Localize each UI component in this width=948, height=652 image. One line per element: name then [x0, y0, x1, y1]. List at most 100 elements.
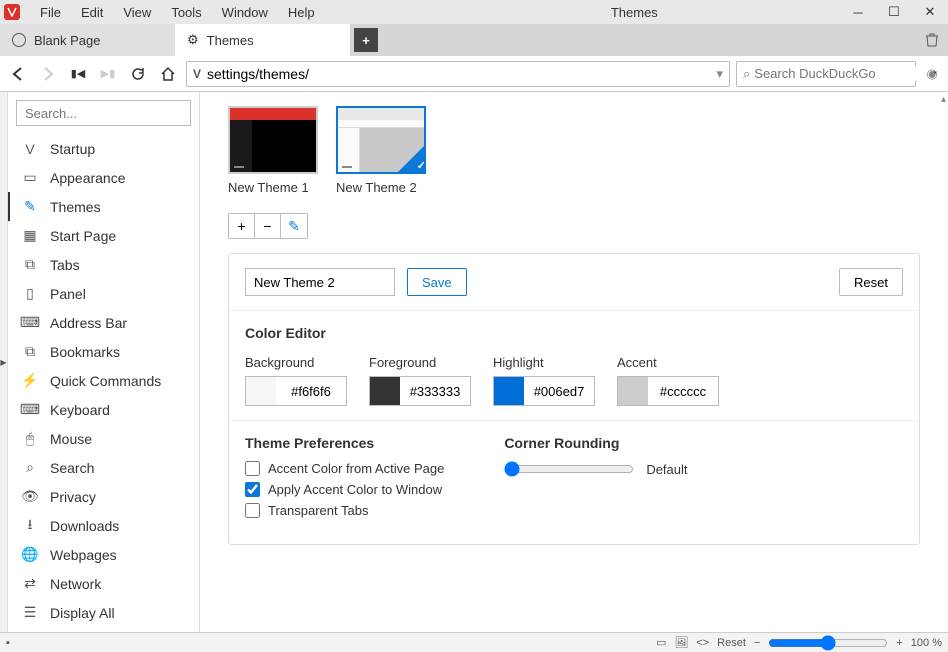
theme-name-input[interactable] [245, 268, 395, 296]
navigation-bar: ▮◀ ▶▮ V ▾ ⌕ ▾ ◉ [0, 56, 948, 92]
home-button[interactable] [156, 62, 180, 86]
color-label: Highlight [493, 355, 595, 370]
back-button[interactable] [6, 62, 30, 86]
sidebar-item-appearance[interactable]: ▭Appearance [8, 163, 199, 192]
page-actions-icon[interactable]: <> [696, 637, 709, 649]
color-swatch[interactable] [370, 377, 400, 405]
menu-file[interactable]: File [30, 3, 71, 22]
checkbox[interactable] [245, 482, 260, 497]
color-hex-input[interactable] [276, 377, 346, 405]
address-bar[interactable]: V ▾ [186, 61, 730, 87]
sidebar-item-quick-commands[interactable]: ⚡Quick Commands [8, 366, 199, 395]
color-editor-title: Color Editor [245, 325, 903, 341]
fast-forward-button[interactable]: ▶▮ [96, 62, 120, 86]
menu-window[interactable]: Window [212, 3, 278, 22]
tabs-icon: ⧉ [22, 256, 38, 273]
checkbox[interactable] [245, 503, 260, 518]
edit-theme-button[interactable]: ✎ [281, 214, 307, 238]
sidebar-item-webpages[interactable]: 🌐Webpages [8, 540, 199, 569]
close-button[interactable]: ✕ [912, 0, 948, 24]
color-hex-input[interactable] [400, 377, 470, 405]
maximize-button[interactable]: ☐ [876, 0, 912, 24]
address-dropdown-icon[interactable]: ▾ [716, 66, 723, 82]
menu-view[interactable]: View [113, 3, 161, 22]
menu-tools[interactable]: Tools [161, 3, 211, 22]
zoom-in-icon[interactable]: + [896, 637, 902, 649]
sidebar-item-label: Network [50, 576, 101, 592]
vivaldi-logo-icon[interactable] [4, 4, 20, 20]
corner-rounding-slider[interactable] [504, 461, 634, 477]
rewind-button[interactable]: ▮◀ [66, 62, 90, 86]
color-highlight: Highlight [493, 355, 595, 406]
scroll-up-icon[interactable]: ▴ [941, 94, 946, 105]
theme-editor: Save Reset Color Editor Background [228, 253, 920, 545]
theme-thumbnail-1[interactable]: New Theme 1 [228, 106, 318, 195]
pref-accent-from-page[interactable]: Accent Color from Active Page [245, 461, 444, 476]
tab-label: Blank Page [34, 33, 101, 48]
zoom-out-icon[interactable]: − [754, 637, 760, 649]
checkbox[interactable] [245, 461, 260, 476]
forward-button[interactable] [36, 62, 60, 86]
sidebar-item-privacy[interactable]: 👁Privacy [8, 482, 199, 511]
download-icon: ⭳ [22, 514, 38, 538]
tab-label: Themes [207, 33, 254, 48]
sidebar-item-downloads[interactable]: ⭳Downloads [8, 511, 199, 540]
tiling-icon[interactable]: ▭ [656, 636, 666, 649]
settings-search-input[interactable] [16, 100, 191, 126]
sidebar-item-bookmarks[interactable]: ⧉Bookmarks [8, 337, 199, 366]
color-swatch[interactable] [246, 377, 276, 405]
sidebar-item-search[interactable]: ⌕Search [8, 453, 199, 482]
pref-apply-to-window[interactable]: Apply Accent Color to Window [245, 482, 444, 497]
menu-help[interactable]: Help [278, 3, 325, 22]
theme-name: New Theme 2 [336, 180, 426, 195]
minimize-button[interactable]: ─ [840, 0, 876, 24]
search-input[interactable] [754, 66, 930, 81]
sidebar-item-label: Themes [50, 199, 101, 215]
sidebar-item-label: Mouse [50, 431, 92, 447]
pref-transparent-tabs[interactable]: Transparent Tabs [245, 503, 444, 518]
search-box[interactable]: ⌕ ▾ [736, 61, 916, 87]
zoom-value: 100 % [911, 637, 942, 649]
sidebar-item-keyboard[interactable]: ⌨Keyboard [8, 395, 199, 424]
menu-edit[interactable]: Edit [71, 3, 113, 22]
displayall-icon: ☰ [22, 604, 38, 621]
color-accent: Accent [617, 355, 719, 406]
corner-rounding-title: Corner Rounding [504, 435, 687, 451]
save-button[interactable]: Save [407, 268, 467, 296]
image-toggle-icon[interactable]: 🖼 [674, 636, 688, 649]
color-hex-input[interactable] [524, 377, 594, 405]
sidebar-item-display-all[interactable]: ☰ Display All [8, 598, 199, 627]
closed-tabs-trash-icon[interactable] [916, 24, 948, 56]
content-blocker-icon[interactable]: ◉ [922, 66, 942, 82]
mouse-icon: 🖱 [22, 430, 38, 447]
color-hex-input[interactable] [648, 377, 718, 405]
sidebar-item-tabs[interactable]: ⧉ Tabs [8, 250, 199, 279]
sidebar-item-address-bar[interactable]: ⌨Address Bar [8, 308, 199, 337]
panel-icon: ▯ [22, 285, 38, 302]
color-label: Background [245, 355, 347, 370]
panel-icon[interactable]: ▪ [6, 637, 10, 649]
zoom-reset[interactable]: Reset [717, 637, 746, 649]
tab-blank-page[interactable]: Blank Page [0, 24, 175, 56]
new-tab-button[interactable]: + [354, 28, 378, 52]
sidebar-item-label: Display All [50, 605, 115, 621]
panel-toggle[interactable]: ▶ [0, 92, 8, 632]
sidebar-item-themes[interactable]: ✎Themes [8, 192, 199, 221]
color-swatch[interactable] [494, 377, 524, 405]
sidebar-item-label: Tabs [50, 257, 80, 273]
color-swatch[interactable] [618, 377, 648, 405]
reload-button[interactable] [126, 62, 150, 86]
theme-thumbnail-2[interactable]: New Theme 2 [336, 106, 426, 195]
reset-button[interactable]: Reset [839, 268, 903, 296]
sidebar-item-network[interactable]: ⇄Network [8, 569, 199, 598]
tab-themes[interactable]: ⚙ Themes [175, 24, 350, 56]
remove-theme-button[interactable]: − [255, 214, 281, 238]
sidebar-item-startup[interactable]: VStartup [8, 134, 199, 163]
address-input[interactable] [207, 66, 716, 82]
sidebar-item-panel[interactable]: ▯Panel [8, 279, 199, 308]
sidebar-item-mouse[interactable]: 🖱 Mouse [8, 424, 199, 453]
add-theme-button[interactable]: + [229, 214, 255, 238]
zoom-slider[interactable] [768, 635, 888, 651]
sidebar-item-start-page[interactable]: ▦Start Page [8, 221, 199, 250]
search-icon: ⌕ [743, 66, 750, 82]
